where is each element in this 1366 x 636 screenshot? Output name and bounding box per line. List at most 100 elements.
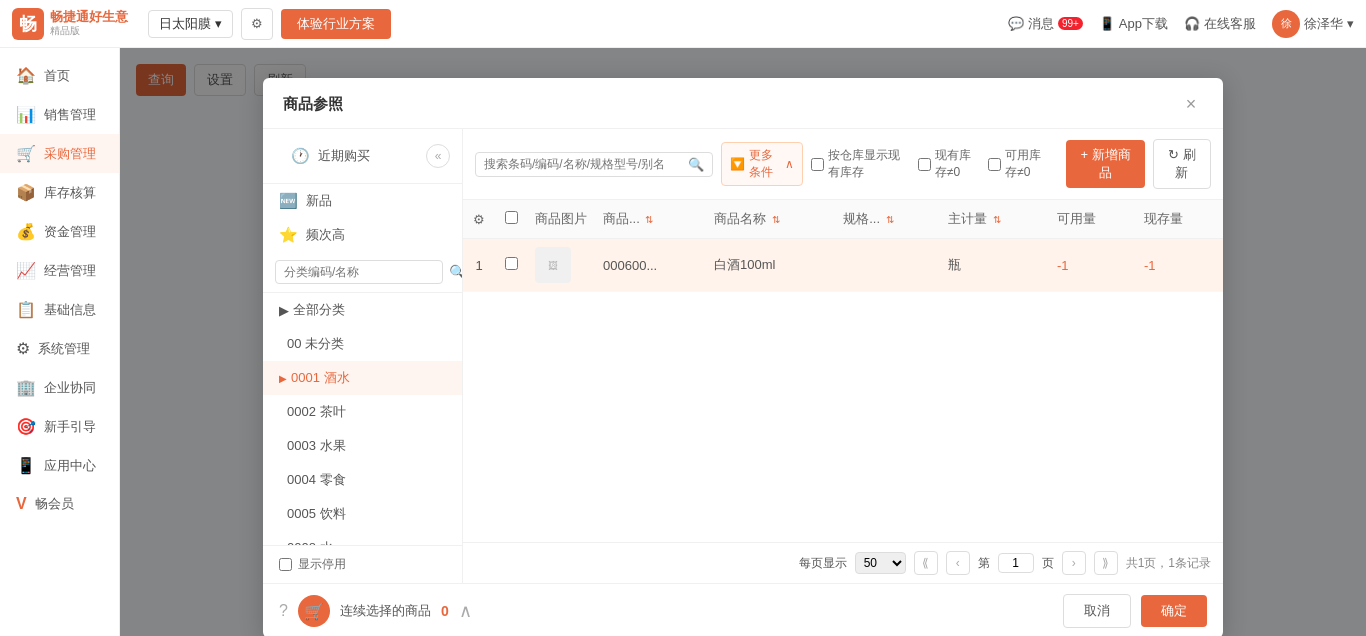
sidebar-item-home[interactable]: 🏠 首页	[0, 56, 119, 95]
col-code[interactable]: 商品... ⇅	[595, 200, 706, 239]
footer-collapse-icon[interactable]: ∧	[459, 600, 472, 622]
sidebar-item-guide[interactable]: 🎯 新手引导	[0, 407, 119, 446]
home-icon: 🏠	[16, 66, 36, 85]
first-page-button[interactable]: ⟪	[914, 551, 938, 575]
row-checkbox[interactable]	[505, 257, 518, 270]
sidebar-item-basic[interactable]: 📋 基础信息	[0, 290, 119, 329]
category-unclassified[interactable]: 00 未分类	[263, 327, 462, 361]
select-all-checkbox[interactable]	[505, 211, 518, 224]
table-row[interactable]: 1 🖼	[463, 239, 1223, 292]
modal-close-button[interactable]: ×	[1179, 92, 1203, 116]
quick-frequent[interactable]: ⭐ 频次高	[263, 218, 462, 252]
current-page-input[interactable]	[998, 553, 1034, 573]
page-size-select[interactable]: 50 10 20 100	[855, 552, 906, 574]
service-button[interactable]: 🎧 在线客服	[1184, 15, 1256, 33]
category-water[interactable]: 0008 水	[263, 531, 462, 545]
store-dropdown-icon: ▾	[215, 16, 222, 31]
cart-icon: 🛒	[304, 602, 324, 621]
sidebar-item-purchase[interactable]: 🛒 采购管理	[0, 134, 119, 173]
logo-area: 畅 畅捷通好生意 精品版	[12, 8, 128, 40]
add-product-button[interactable]: + 新增商品	[1066, 140, 1144, 188]
show-disabled-checkbox[interactable]	[279, 558, 292, 571]
next-page-button[interactable]: ›	[1062, 551, 1086, 575]
category-tea[interactable]: 0002 茶叶	[263, 395, 462, 429]
message-button[interactable]: 💬 消息 99+	[1008, 15, 1083, 33]
category-fruit[interactable]: 0003 水果	[263, 429, 462, 463]
top-nav: 畅 畅捷通好生意 精品版 日太阳膜 ▾ ⚙ 体验行业方案 💬 消息 99+ 📱 …	[0, 0, 1366, 48]
sort-code-icon: ⇅	[645, 214, 653, 225]
message-badge: 99+	[1058, 17, 1083, 30]
sidebar-item-enterprise[interactable]: 🏢 企业协同	[0, 368, 119, 407]
show-disabled-row[interactable]: 显示停用	[263, 545, 462, 583]
product-search-input[interactable]	[484, 157, 684, 171]
sidebar-item-inventory[interactable]: 📦 库存核算	[0, 173, 119, 212]
message-icon: 💬	[1008, 16, 1024, 31]
filter-stock-checkbox[interactable]	[918, 158, 931, 171]
user-menu[interactable]: 徐 徐泽华 ▾	[1272, 10, 1354, 38]
modal-footer: ? 🛒 连续选择的商品 0 ∧ 取消 确定	[263, 583, 1223, 636]
filter-stock-text: 现有库存≠0	[935, 147, 980, 181]
col-spec-label: 规格...	[843, 211, 880, 226]
row-image-cell: 🖼	[527, 239, 595, 292]
trial-button[interactable]: 体验行业方案	[281, 9, 391, 39]
filter-avail-text: 可用库存≠0	[1005, 147, 1050, 181]
category-all[interactable]: ▶ 全部分类	[263, 293, 462, 327]
sidebar-item-finance[interactable]: 💰 资金管理	[0, 212, 119, 251]
filter-avail-checkbox[interactable]	[988, 158, 1001, 171]
quick-new[interactable]: 🆕 新品	[263, 184, 462, 218]
filter-warehouse-checkbox[interactable]	[811, 158, 824, 171]
headset-icon: 🎧	[1184, 16, 1200, 31]
left-panel-top: 🕐 近期购买 «	[263, 129, 462, 184]
confirm-button[interactable]: 确定	[1141, 595, 1207, 627]
modal-title: 商品参照	[283, 95, 343, 114]
search-icon[interactable]: 🔍	[688, 157, 704, 172]
finance-icon: 💰	[16, 222, 36, 241]
show-disabled-label: 显示停用	[298, 556, 346, 573]
refresh-button[interactable]: ↻ 刷新	[1153, 139, 1211, 189]
cart-button[interactable]: 🛒	[298, 595, 330, 627]
col-unit[interactable]: 主计量 ⇅	[940, 200, 1049, 239]
modal-body: 🕐 近期购买 « 🆕 新品 ⭐ 频次高	[263, 129, 1223, 583]
user-dropdown-icon: ▾	[1347, 16, 1354, 31]
logo-sub: 精品版	[50, 24, 128, 38]
category-beverage[interactable]: 0005 饮料	[263, 497, 462, 531]
continuous-label: 连续选择的商品	[340, 602, 431, 620]
category-liquor[interactable]: ▶ 0001 酒水	[263, 361, 462, 395]
settings-button[interactable]: ⚙	[241, 8, 273, 40]
clock-icon: 🕐	[291, 147, 310, 165]
inventory-icon: 📦	[16, 183, 36, 202]
sidebar-item-member[interactable]: V 畅会员	[0, 485, 119, 523]
modal-header: 商品参照 ×	[263, 78, 1223, 129]
prev-page-button[interactable]: ‹	[946, 551, 970, 575]
cancel-button[interactable]: 取消	[1063, 594, 1131, 628]
col-settings[interactable]: ⚙	[463, 200, 495, 239]
sidebar-item-system[interactable]: ⚙ 系统管理	[0, 329, 119, 368]
page-size-label: 每页显示	[799, 555, 847, 572]
last-page-button[interactable]: ⟫	[1094, 551, 1118, 575]
app-download-button[interactable]: 📱 App下载	[1099, 15, 1168, 33]
page-suffix: 页	[1042, 555, 1054, 572]
sidebar-item-operation[interactable]: 📈 经营管理	[0, 251, 119, 290]
filter-avail-label[interactable]: 可用库存≠0	[988, 147, 1050, 181]
quick-recent[interactable]: 🕐 近期购买	[275, 139, 386, 173]
category-search-input[interactable]	[275, 260, 443, 284]
sidebar-item-apps[interactable]: 📱 应用中心	[0, 446, 119, 485]
col-spec[interactable]: 规格... ⇅	[835, 200, 940, 239]
logo-icon: 畅	[12, 8, 44, 40]
product-reference-modal: 商品参照 × 🕐 近期购买 «	[263, 78, 1223, 636]
app-label: App下载	[1119, 15, 1168, 33]
more-filter-button[interactable]: 🔽 更多条件 ∧	[721, 142, 803, 186]
category-search-icon[interactable]: 🔍	[449, 264, 463, 280]
product-search-box: 🔍	[475, 152, 713, 177]
category-snack[interactable]: 0004 零食	[263, 463, 462, 497]
quick-frequent-label: 频次高	[306, 226, 345, 244]
collapse-left-button[interactable]: «	[426, 144, 450, 168]
help-icon[interactable]: ?	[279, 602, 288, 620]
filter-stock-label[interactable]: 现有库存≠0	[918, 147, 980, 181]
store-selector[interactable]: 日太阳膜 ▾	[148, 10, 233, 38]
sidebar-item-sales[interactable]: 📊 销售管理	[0, 95, 119, 134]
filter-warehouse-label[interactable]: 按仓库显示现有库存	[811, 147, 910, 181]
left-panel: 🕐 近期购买 « 🆕 新品 ⭐ 频次高	[263, 129, 463, 583]
col-name[interactable]: 商品名称 ⇅	[706, 200, 835, 239]
gear-icon: ⚙	[251, 16, 263, 31]
